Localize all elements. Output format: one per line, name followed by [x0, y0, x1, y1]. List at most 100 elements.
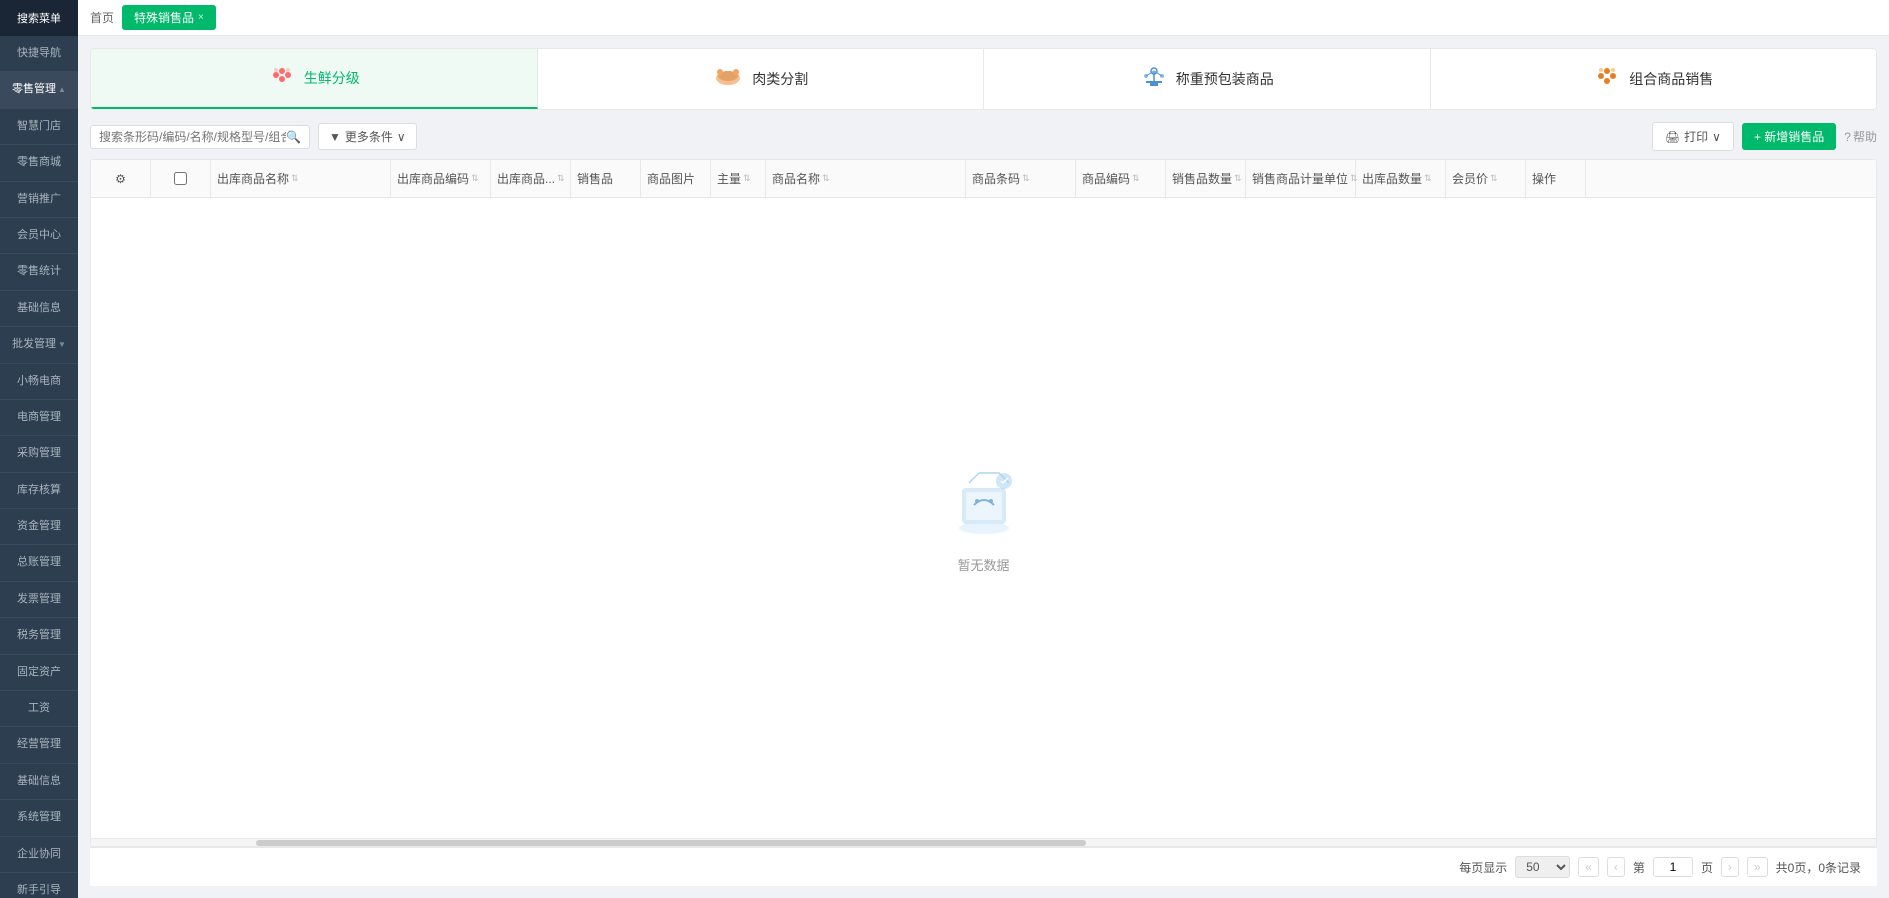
fresh-grade-label: 生鲜分级	[304, 68, 360, 88]
meat-cut-label: 肉类分割	[752, 69, 808, 89]
page-size-select[interactable]: 50 20 100	[1515, 856, 1570, 878]
empty-illustration	[944, 463, 1024, 543]
sort-icon[interactable]: ⇅	[291, 173, 299, 184]
th-sale-item: 销售品	[571, 160, 641, 197]
sidebar-item-ops-mgmt[interactable]: 经营管理	[0, 727, 78, 763]
sidebar-item-basic-info2[interactable]: 基础信息	[0, 764, 78, 800]
th-out-qty: 出库品数量 ⇅	[1356, 160, 1446, 197]
sort-icon[interactable]: ⇅	[471, 173, 479, 184]
toolbar-left: 🔍 ▼ 更多条件 ∨	[90, 123, 417, 150]
search-box[interactable]: 🔍	[90, 125, 310, 149]
sidebar-item-wholesale-mgmt[interactable]: 批发管理 ▼	[0, 327, 78, 363]
scroll-indicator[interactable]	[91, 838, 1876, 846]
add-button-label: + 新增销售品	[1754, 128, 1824, 145]
page-size-label: 每页显示	[1459, 859, 1507, 876]
help-button[interactable]: ? 帮助	[1844, 128, 1877, 145]
print-icon: 🖨	[1665, 130, 1680, 144]
sidebar-item-inventory[interactable]: 库存核算	[0, 473, 78, 509]
combo-sale-label: 组合商品销售	[1629, 69, 1713, 89]
page-input[interactable]	[1653, 857, 1693, 877]
feature-tabs: 生鲜分级 肉类分割	[90, 48, 1877, 110]
sidebar-item-basic-info[interactable]: 基础信息	[0, 291, 78, 327]
first-page-button[interactable]: «	[1578, 857, 1599, 877]
prev-page-button[interactable]: ‹	[1607, 857, 1625, 877]
empty-state: 暂无数据	[91, 198, 1876, 838]
sidebar-item-ecom-mgmt[interactable]: 电商管理	[0, 400, 78, 436]
sidebar-item-purchase-mgmt[interactable]: 采购管理	[0, 436, 78, 472]
filter-arrow-icon: ∨	[397, 130, 406, 144]
sidebar-item-retail-mgmt[interactable]: 零售管理 ▲	[0, 72, 78, 108]
th-out-name: 出库商品名称 ⇅	[211, 160, 391, 197]
active-tab-label: 特殊销售品	[134, 9, 194, 26]
th-member-price: 会员价 ⇅	[1446, 160, 1526, 197]
sort-icon[interactable]: ⇅	[1490, 173, 1498, 184]
close-tab-icon[interactable]: ×	[198, 12, 204, 23]
sort-icon[interactable]: ⇅	[1424, 173, 1432, 184]
table-header: ⚙ 出库商品名称 ⇅ 出库商品编码 ⇅ 出库商品... ⇅	[91, 160, 1876, 198]
total-info: 共0页，0条记录	[1776, 859, 1861, 876]
sidebar-item-sys-mgmt[interactable]: 系统管理	[0, 800, 78, 836]
sidebar-item-mini-ecom[interactable]: 小畅电商	[0, 364, 78, 400]
sidebar-item-marketing[interactable]: 营销推广	[0, 182, 78, 218]
sidebar-item-fixed-assets[interactable]: 固定资产	[0, 655, 78, 691]
sidebar-item-invoice-mgmt[interactable]: 发票管理	[0, 582, 78, 618]
sidebar-item-salary[interactable]: 工资	[0, 691, 78, 727]
sidebar-item-retail-stats[interactable]: 零售统计	[0, 254, 78, 290]
sidebar-item-member[interactable]: 会员中心	[0, 218, 78, 254]
sidebar-item-newbie[interactable]: 新手引导	[0, 873, 78, 898]
th-out-code: 出库商品编码 ⇅	[391, 160, 491, 197]
th-sale-qty: 销售品数量 ⇅	[1166, 160, 1246, 197]
fresh-grade-icon	[268, 63, 296, 93]
th-out-name2: 出库商品... ⇅	[491, 160, 571, 197]
sort-icon[interactable]: ⇅	[1022, 173, 1030, 184]
home-link[interactable]: 首页	[90, 9, 114, 26]
sidebar-logo[interactable]: 搜索菜单	[0, 0, 78, 36]
meat-cut-icon	[712, 64, 744, 94]
search-input[interactable]	[99, 130, 286, 144]
active-tab[interactable]: 特殊销售品 ×	[122, 5, 216, 30]
settings-icon[interactable]: ⚙	[115, 172, 126, 186]
th-qty-unit: 销售商品计量单位 ⇅	[1246, 160, 1356, 197]
add-button[interactable]: + 新增销售品	[1742, 123, 1836, 150]
th-barcode: 商品条码 ⇅	[966, 160, 1076, 197]
sidebar-item-finance[interactable]: 资金管理	[0, 509, 78, 545]
tab-combo-sale[interactable]: 组合商品销售	[1431, 49, 1877, 109]
th-checkbox[interactable]	[151, 160, 211, 197]
table-container: ⚙ 出库商品名称 ⇅ 出库商品编码 ⇅ 出库商品... ⇅	[90, 159, 1877, 847]
tab-meat-cut[interactable]: 肉类分割	[538, 49, 985, 109]
th-settings[interactable]: ⚙	[91, 160, 151, 197]
main-content: 首页 特殊销售品 × 生鲜分级	[78, 0, 1889, 898]
sort-icon[interactable]: ⇅	[557, 173, 565, 184]
sidebar-item-quick-nav[interactable]: 快捷导航	[0, 36, 78, 72]
next-page-button[interactable]: ›	[1721, 857, 1739, 877]
tab-fresh-grade[interactable]: 生鲜分级	[91, 49, 538, 109]
th-operation: 操作	[1526, 160, 1586, 197]
print-button[interactable]: 🖨 打印 ∨	[1652, 122, 1734, 151]
page-unit: 页	[1701, 859, 1713, 876]
search-icon[interactable]: 🔍	[286, 130, 301, 144]
sidebar-item-smart-store[interactable]: 智慧门店	[0, 109, 78, 145]
sidebar-item-corp-agreement[interactable]: 企业协同	[0, 837, 78, 873]
th-scode: 商品编码 ⇅	[1076, 160, 1166, 197]
select-all-checkbox[interactable]	[174, 172, 187, 185]
sort-icon[interactable]: ⇅	[822, 173, 830, 184]
topbar: 首页 特殊销售品 ×	[78, 0, 1889, 36]
th-main: 主量 ⇅	[711, 160, 766, 197]
combo-sale-icon	[1593, 64, 1621, 94]
sidebar-item-retail-mall[interactable]: 零售商城	[0, 145, 78, 181]
filter-button[interactable]: ▼ 更多条件 ∨	[318, 123, 417, 150]
last-page-button[interactable]: »	[1747, 857, 1768, 877]
filter-icon: ▼	[329, 130, 341, 144]
empty-text: 暂无数据	[957, 555, 1009, 574]
help-icon: ?	[1844, 130, 1851, 144]
scroll-thumb[interactable]	[256, 840, 1086, 846]
tab-scale-pkg[interactable]: 称重预包装商品	[984, 49, 1431, 109]
sidebar-item-general-ledger[interactable]: 总账管理	[0, 545, 78, 581]
sort-icon[interactable]: ⇅	[743, 173, 751, 184]
sort-icon[interactable]: ⇅	[1132, 173, 1140, 184]
sidebar-item-tax-mgmt[interactable]: 税务管理	[0, 618, 78, 654]
chevron-down-icon: ▼	[58, 339, 66, 350]
print-label: 打印	[1684, 128, 1708, 145]
sort-icon[interactable]: ⇅	[1234, 173, 1242, 184]
scale-pkg-icon	[1140, 64, 1168, 94]
